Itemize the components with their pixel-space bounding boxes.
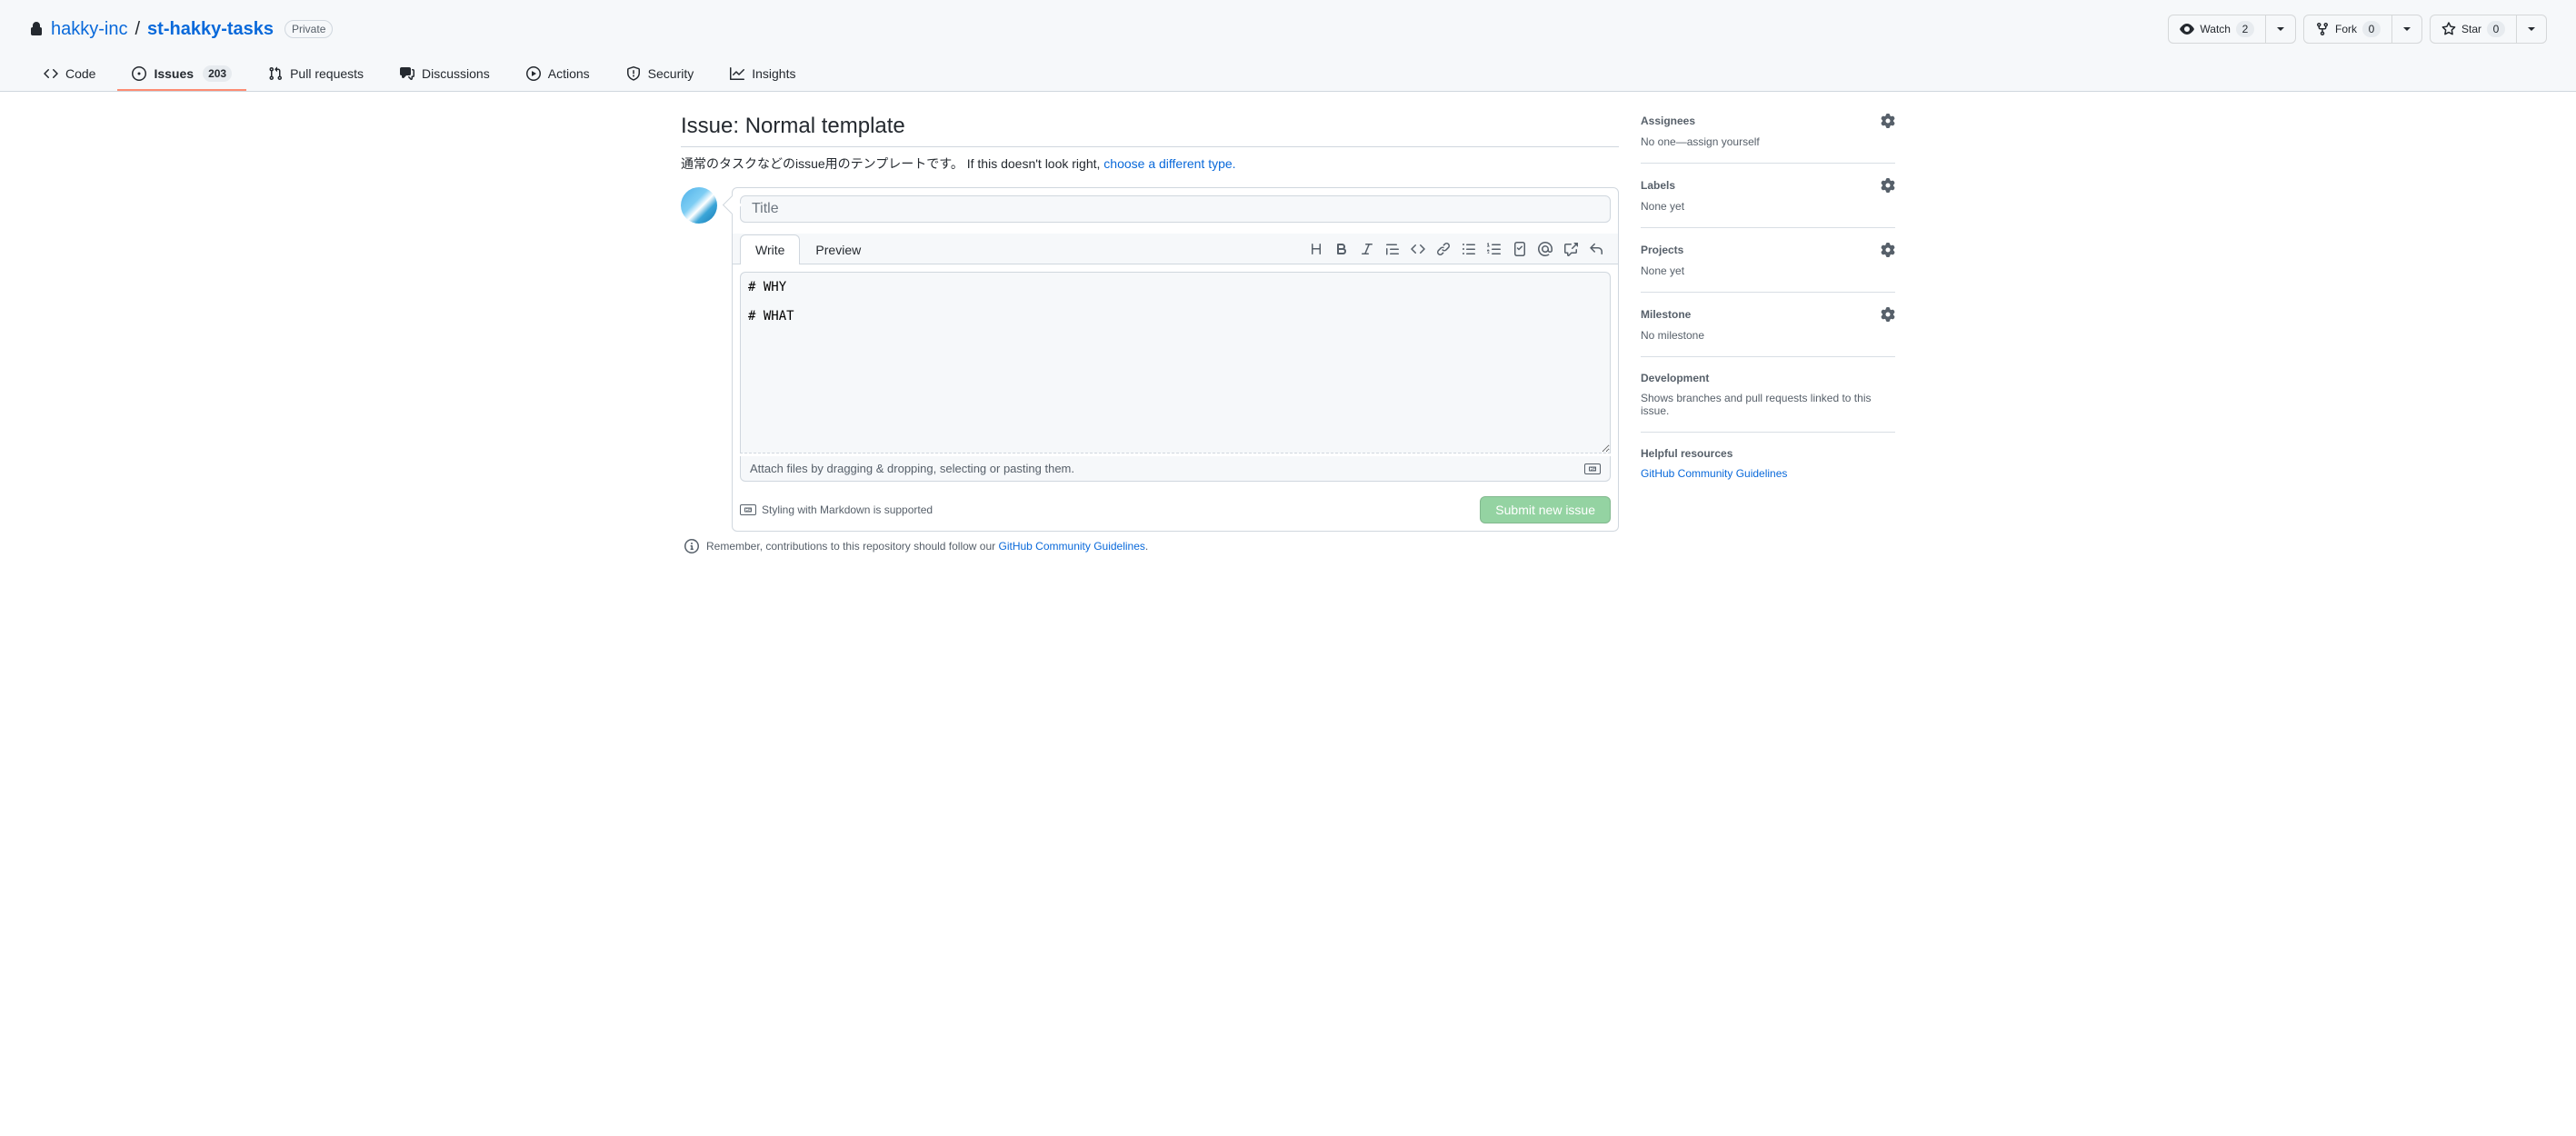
repo-title: hakky-inc / st-hakky-tasks Private — [29, 19, 333, 40]
watch-button[interactable]: Watch 2 — [2168, 15, 2266, 44]
projects-label: Projects — [1641, 244, 1683, 256]
caret-down-icon — [2277, 27, 2284, 31]
caret-down-icon — [2403, 27, 2411, 31]
watch-label: Watch — [2200, 20, 2231, 38]
nav-security[interactable]: Security — [612, 58, 709, 91]
nav-pulls[interactable]: Pull requests — [254, 58, 378, 91]
watch-dropdown[interactable] — [2266, 15, 2296, 44]
git-pull-request-icon — [268, 66, 283, 81]
tab-write[interactable]: Write — [740, 234, 800, 264]
fork-dropdown[interactable] — [2392, 15, 2422, 44]
cross-reference-icon[interactable] — [1563, 242, 1578, 256]
compose-box: Write Preview — [732, 187, 1619, 532]
shield-icon — [626, 66, 641, 81]
submit-button[interactable]: Submit new issue — [1480, 496, 1611, 523]
attach-hint[interactable]: Attach files by dragging & dropping, sel… — [740, 456, 1611, 482]
issue-opened-icon — [132, 66, 146, 81]
link-icon[interactable] — [1436, 242, 1451, 256]
nav-actions[interactable]: Actions — [512, 58, 604, 91]
watch-count: 2 — [2236, 21, 2254, 37]
fork-label: Fork — [2335, 20, 2357, 38]
repo-header: hakky-inc / st-hakky-tasks Private Watch… — [0, 0, 2576, 92]
nav-insights[interactable]: Insights — [715, 58, 810, 91]
code-icon[interactable] — [1411, 242, 1425, 256]
italic-icon[interactable] — [1360, 242, 1374, 256]
visibility-badge: Private — [285, 20, 333, 38]
markdown-toolbar — [1302, 238, 1611, 260]
milestone-label: Milestone — [1641, 308, 1691, 321]
repo-actions: Watch 2 Fork 0 Star 0 — [2168, 15, 2547, 44]
mention-icon[interactable] — [1538, 242, 1553, 256]
labels-value: None yet — [1641, 200, 1895, 213]
resources-link[interactable]: GitHub Community Guidelines — [1641, 467, 1787, 480]
choose-template-link[interactable]: choose a different type. — [1103, 156, 1235, 171]
sidebar: Assignees No one—assign yourself Labels … — [1641, 114, 1895, 553]
avatar[interactable] — [681, 187, 717, 224]
quote-icon[interactable] — [1385, 242, 1400, 256]
code-icon — [44, 66, 58, 81]
nav-discussions[interactable]: Discussions — [385, 58, 504, 91]
fork-count: 0 — [2362, 21, 2381, 37]
projects-value: None yet — [1641, 264, 1895, 277]
star-label: Star — [2461, 20, 2481, 38]
gear-icon[interactable] — [1881, 307, 1895, 322]
resources-label: Helpful resources — [1641, 447, 1732, 460]
bold-icon[interactable] — [1334, 242, 1349, 256]
list-ordered-icon[interactable] — [1487, 242, 1502, 256]
graph-icon — [730, 66, 744, 81]
page-title: Issue: Normal template — [681, 114, 1619, 147]
labels-label: Labels — [1641, 179, 1675, 192]
comment-discussion-icon — [400, 66, 414, 81]
gear-icon[interactable] — [1881, 114, 1895, 128]
markdown-hint[interactable]: Styling with Markdown is supported — [740, 503, 933, 516]
assignees-value: No one—assign yourself — [1641, 135, 1895, 148]
contribution-note: Remember, contributions to this reposito… — [681, 539, 1619, 553]
fork-button[interactable]: Fork 0 — [2303, 15, 2392, 44]
star-icon — [2441, 22, 2456, 36]
star-dropdown[interactable] — [2517, 15, 2547, 44]
caret-down-icon — [2528, 27, 2535, 31]
template-note: 通常のタスクなどのissue用のテンプレートです。 If this doesn'… — [681, 154, 1619, 173]
list-unordered-icon[interactable] — [1462, 242, 1476, 256]
tasklist-icon[interactable] — [1513, 242, 1527, 256]
title-input[interactable] — [740, 195, 1611, 223]
info-icon — [684, 539, 699, 553]
owner-link[interactable]: hakky-inc — [51, 19, 127, 40]
tab-preview[interactable]: Preview — [800, 234, 876, 264]
reply-icon[interactable] — [1589, 242, 1603, 256]
star-count: 0 — [2487, 21, 2505, 37]
nav-issues[interactable]: Issues 203 — [117, 58, 246, 91]
assignees-label: Assignees — [1641, 115, 1695, 127]
lock-icon — [29, 22, 44, 36]
gear-icon[interactable] — [1881, 178, 1895, 193]
gear-icon[interactable] — [1881, 243, 1895, 257]
development-value: Shows branches and pull requests linked … — [1641, 392, 1895, 417]
markdown-icon — [1584, 463, 1601, 474]
repo-nav: Code Issues 203 Pull requests Discussion… — [29, 58, 2547, 91]
development-label: Development — [1641, 372, 1709, 384]
nav-code[interactable]: Code — [29, 58, 110, 91]
repo-forked-icon — [2315, 22, 2330, 36]
assign-yourself-link[interactable]: assign yourself — [1687, 135, 1760, 148]
markdown-icon — [740, 504, 756, 515]
eye-icon — [2180, 22, 2194, 36]
play-icon — [526, 66, 541, 81]
body-textarea[interactable] — [740, 272, 1611, 453]
issues-count: 203 — [203, 65, 232, 82]
milestone-value: No milestone — [1641, 329, 1895, 342]
star-button[interactable]: Star 0 — [2430, 15, 2517, 44]
repo-link[interactable]: st-hakky-tasks — [147, 19, 274, 40]
heading-icon[interactable] — [1309, 242, 1323, 256]
community-guidelines-link[interactable]: GitHub Community Guidelines — [999, 540, 1145, 553]
